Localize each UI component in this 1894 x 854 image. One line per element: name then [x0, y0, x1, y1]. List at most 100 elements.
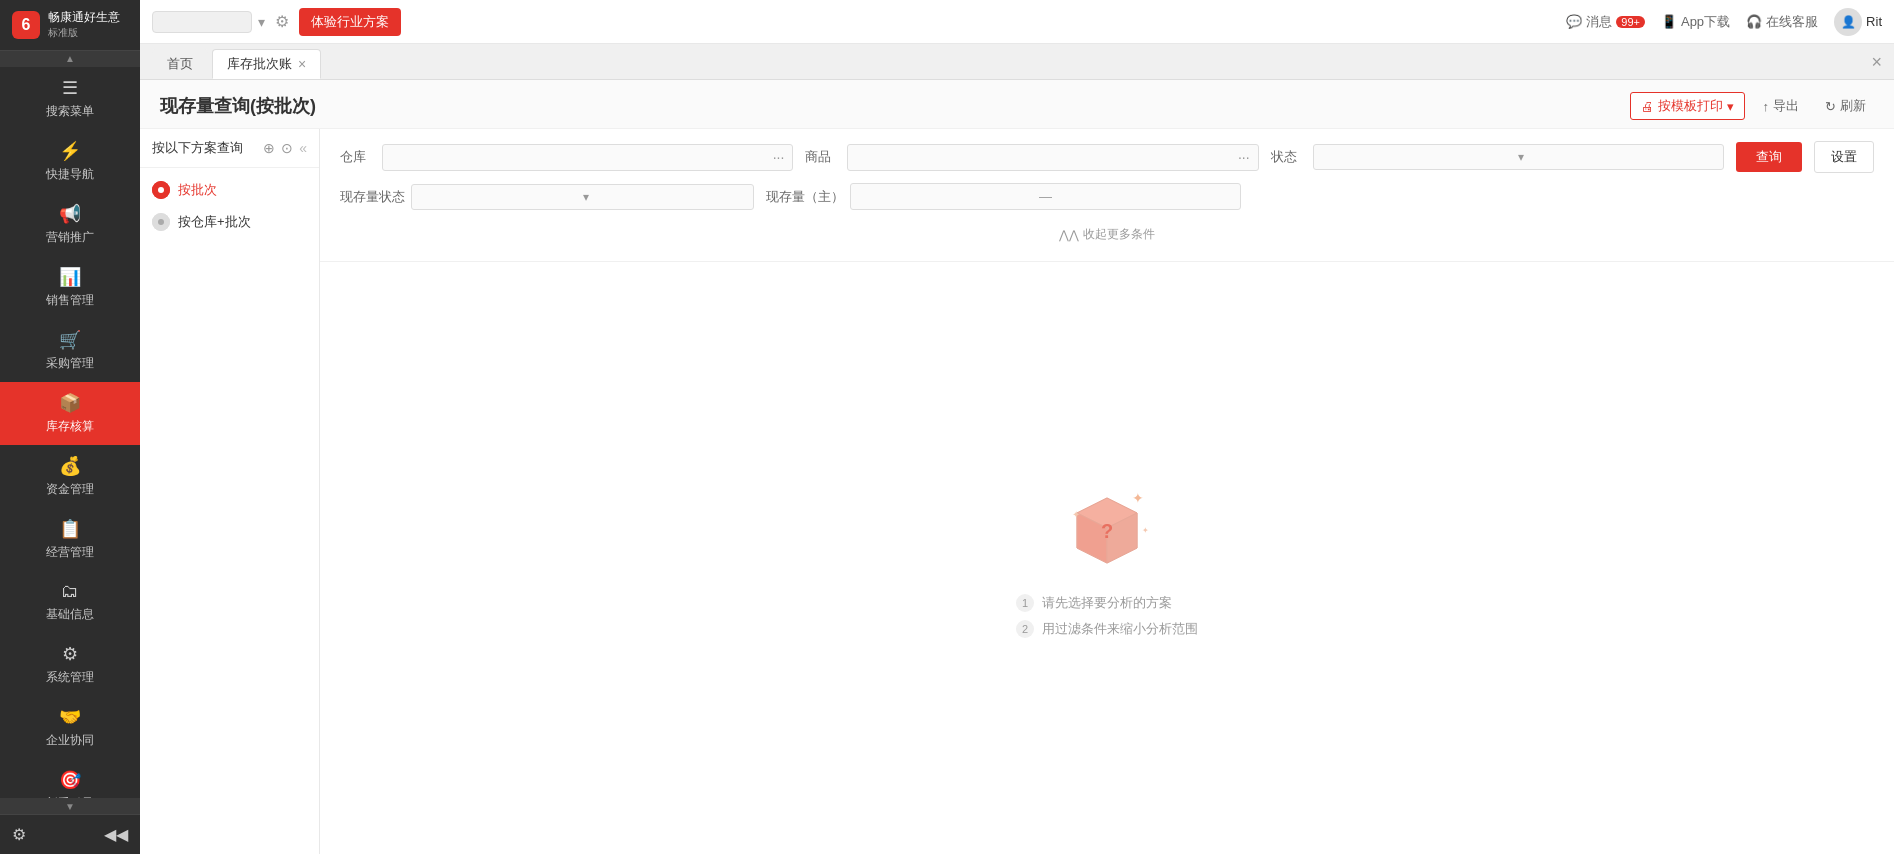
empty-state: ? ✦ ✦ ✦ 1 请先选择要分析的方案 2 [320, 262, 1894, 854]
tip-1-text: 请先选择要分析的方案 [1042, 594, 1172, 612]
search-menu-icon: ☰ [62, 77, 78, 99]
sidebar-item-purchase[interactable]: 🛒 采购管理 [0, 319, 140, 382]
status-select[interactable]: ▾ [1313, 144, 1724, 170]
stock-quantity-max[interactable] [1056, 184, 1240, 209]
app-download-group[interactable]: 📱 App下载 [1661, 13, 1730, 31]
sidebar-nav: ☰ 搜索菜单 ⚡ 快捷导航 📢 营销推广 📊 销售管理 🛒 采购管理 📦 库存核… [0, 67, 140, 798]
user-avatar: 👤 [1834, 8, 1862, 36]
warehouse-input-group: ··· [382, 144, 793, 171]
filter-area: 仓库 ··· 商品 ··· [320, 129, 1894, 262]
warehouse-input[interactable] [383, 145, 765, 170]
logo-icon: 6 [12, 11, 40, 39]
refresh-button[interactable]: ↻ 刷新 [1817, 93, 1874, 119]
panel-header: 按以下方案查询 ⊕ ⊙ « [140, 129, 319, 168]
filter-stock-status: 现存量状态 ▾ [340, 184, 754, 210]
product-input[interactable] [848, 145, 1230, 170]
headset-icon: 🎧 [1746, 14, 1762, 29]
topbar-gear-icon[interactable]: ⚙ [271, 8, 293, 35]
empty-illustration: ? ✦ ✦ ✦ [1057, 478, 1157, 578]
tab-close-icon[interactable]: × [298, 56, 306, 72]
username-label: Rit [1866, 14, 1882, 29]
app-download-label: App下载 [1681, 13, 1730, 31]
query-button[interactable]: 查询 [1736, 142, 1802, 172]
phone-icon: 📱 [1661, 14, 1677, 29]
scheme-label: 按批次 [178, 181, 217, 199]
sidebar-item-label: 经营管理 [46, 544, 94, 561]
status-chevron-icon: ▾ [1518, 150, 1715, 164]
panel-settings-icon[interactable]: ⊙ [281, 140, 293, 156]
panel-header-label: 按以下方案查询 [152, 139, 243, 157]
scheme-dot-gray [152, 213, 170, 231]
sidebar-item-label: 系统管理 [46, 669, 94, 686]
filter-row-2: 现存量状态 ▾ 现存量（主） — [340, 183, 1874, 210]
enterprise-icon: 🤝 [59, 706, 81, 728]
scheme-item-batch[interactable]: 按批次 [140, 174, 319, 206]
printer-icon: 🖨 [1641, 99, 1654, 114]
collapse-icon[interactable]: ◀◀ [104, 825, 128, 844]
global-close-icon[interactable]: × [1871, 51, 1882, 72]
print-button[interactable]: 🖨 按模板打印 ▾ [1630, 92, 1745, 120]
product-input-group: ··· [847, 144, 1258, 171]
sidebar-item-enterprise[interactable]: 🤝 企业协同 [0, 696, 140, 759]
page-actions: 🖨 按模板打印 ▾ ↑ 导出 ↻ 刷新 [1630, 92, 1875, 120]
home-tab-label: 首页 [167, 55, 193, 73]
filter-row-1: 仓库 ··· 商品 ··· [340, 141, 1874, 173]
collapse-up-icon: ⋀⋀ [1059, 228, 1079, 242]
sidebar-item-label: 资金管理 [46, 481, 94, 498]
range-dash: — [1035, 189, 1056, 204]
company-name: 畅康通好生意 [48, 10, 120, 26]
sidebar-item-sales[interactable]: 📊 销售管理 [0, 256, 140, 319]
topbar: ▾ ⚙ 体验行业方案 💬 消息 99+ 📱 App下载 🎧 在线客服 👤 [140, 0, 1894, 44]
online-service-label: 在线客服 [1766, 13, 1818, 31]
marketing-icon: 📢 [59, 203, 81, 225]
sidebar-item-search[interactable]: ☰ 搜索菜单 [0, 67, 140, 130]
filter-settings-button[interactable]: 设置 [1814, 141, 1874, 173]
breadcrumb-input[interactable] [152, 11, 252, 33]
topbar-right: 💬 消息 99+ 📱 App下载 🎧 在线客服 👤 Rit [1566, 8, 1882, 36]
sidebar-item-inventory[interactable]: 📦 库存核算 [0, 382, 140, 445]
purchase-icon: 🛒 [59, 329, 81, 351]
sidebar-item-label: 企业协同 [46, 732, 94, 749]
message-badge: 99+ [1616, 16, 1645, 28]
sidebar-item-operation[interactable]: 📋 经营管理 [0, 508, 140, 571]
user-group[interactable]: 👤 Rit [1834, 8, 1882, 36]
tab-home[interactable]: 首页 [152, 49, 208, 79]
messages-group[interactable]: 💬 消息 99+ [1566, 13, 1645, 31]
online-service-group[interactable]: 🎧 在线客服 [1746, 13, 1818, 31]
tab-inventory-batch[interactable]: 库存批次账 × [212, 49, 321, 79]
warehouse-more-icon[interactable]: ··· [765, 149, 793, 165]
svg-text:✦: ✦ [1142, 526, 1149, 535]
dropdown-chevron-icon[interactable]: ▾ [258, 14, 265, 30]
sidebar-item-marketing[interactable]: 📢 营销推广 [0, 193, 140, 256]
tip-2-text: 用过滤条件来缩小分析范围 [1042, 620, 1198, 638]
export-button[interactable]: ↑ 导出 [1755, 93, 1808, 119]
stock-quantity-range: — [850, 183, 1241, 210]
sidebar-item-basic[interactable]: 🗂 基础信息 [0, 571, 140, 633]
filter-warehouse: 仓库 ··· [340, 144, 793, 171]
status-label: 状态 [1271, 148, 1307, 166]
stock-quantity-min[interactable] [851, 184, 1035, 209]
scheme-dot-red [152, 181, 170, 199]
empty-tip-1: 1 请先选择要分析的方案 [1016, 594, 1198, 612]
sidebar-item-system[interactable]: ⚙ 系统管理 [0, 633, 140, 696]
sidebar-item-label: 基础信息 [46, 606, 94, 623]
settings-icon[interactable]: ⚙ [12, 825, 26, 844]
collapse-filters-row[interactable]: ⋀⋀ 收起更多条件 [340, 220, 1874, 249]
sidebar-item-newbie[interactable]: 🎯 新手引导 [0, 759, 140, 798]
filter-status: 状态 ▾ [1271, 144, 1724, 170]
trial-button[interactable]: 体验行业方案 [299, 8, 401, 36]
product-more-icon[interactable]: ··· [1230, 149, 1258, 165]
panel-add-icon[interactable]: ⊕ [263, 140, 275, 156]
filter-stock-quantity: 现存量（主） — [766, 183, 1241, 210]
stock-status-select[interactable]: ▾ [411, 184, 754, 210]
sidebar-item-quick[interactable]: ⚡ 快捷导航 [0, 130, 140, 193]
batch-tab-label: 库存批次账 [227, 55, 292, 73]
topbar-left: ▾ ⚙ 体验行业方案 [152, 8, 1558, 36]
sidebar-item-label: 快捷导航 [46, 166, 94, 183]
panel-collapse-icon[interactable]: « [299, 140, 307, 156]
tip-num-1: 1 [1016, 594, 1034, 612]
sidebar-item-label: 采购管理 [46, 355, 94, 372]
sidebar-item-capital[interactable]: 💰 资金管理 [0, 445, 140, 508]
scheme-item-warehouse-batch[interactable]: 按仓库+批次 [140, 206, 319, 238]
svg-text:✦: ✦ [1072, 509, 1080, 520]
